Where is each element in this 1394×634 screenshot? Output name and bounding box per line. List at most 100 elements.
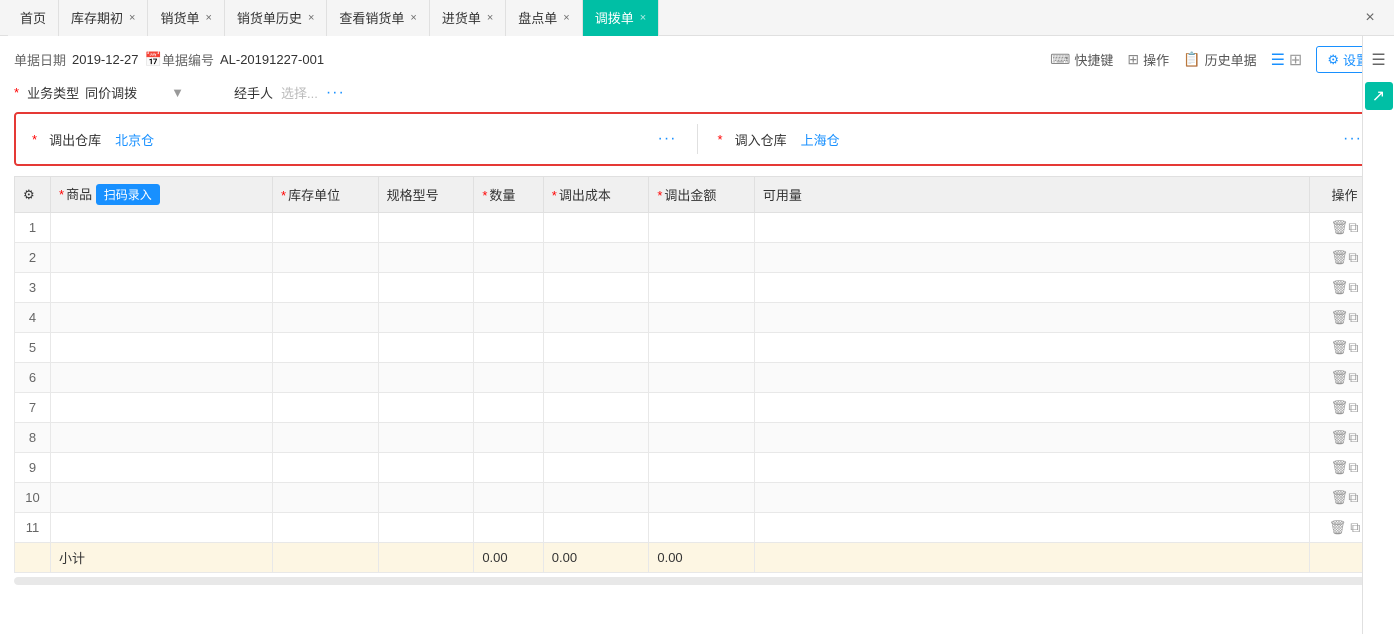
delete-icon[interactable]: 🗑 — [1331, 339, 1349, 355]
tab-close-view-sales[interactable]: × — [410, 12, 416, 24]
cell-spec-11[interactable] — [378, 513, 474, 543]
cell-available[interactable] — [754, 363, 1309, 393]
warehouse-out-more-button[interactable]: ··· — [658, 130, 677, 148]
copy-icon[interactable]: ⧉ — [1348, 339, 1358, 355]
warehouse-in-value[interactable]: 上海仓 — [801, 130, 840, 149]
cell-amount[interactable] — [649, 483, 755, 513]
cell-product[interactable] — [51, 423, 273, 453]
cell-amount[interactable] — [649, 333, 755, 363]
business-type-select[interactable]: 同价调拨 ▼ — [85, 83, 184, 102]
warehouse-in-more-button[interactable]: ··· — [1343, 130, 1362, 148]
cell-available[interactable] — [754, 453, 1309, 483]
tab-view-sales[interactable]: 查看销货单 × — [327, 0, 429, 36]
cell-amount[interactable] — [649, 453, 755, 483]
cell-unit[interactable] — [273, 243, 379, 273]
cell-available[interactable] — [754, 243, 1309, 273]
handler-more-button[interactable]: ··· — [326, 84, 345, 102]
cell-cost[interactable] — [543, 483, 649, 513]
cell-available-11[interactable] — [754, 513, 1309, 543]
cell-product[interactable] — [51, 273, 273, 303]
tab-transfer[interactable]: 调拨单 × — [583, 0, 659, 36]
copy-icon[interactable]: ⧉ — [1348, 249, 1358, 265]
cell-amount[interactable] — [649, 393, 755, 423]
cell-unit[interactable] — [273, 333, 379, 363]
doc-date-value[interactable]: 2019-12-27 — [72, 52, 139, 67]
cell-spec[interactable] — [378, 423, 474, 453]
cell-qty[interactable] — [474, 303, 543, 333]
delete-icon[interactable]: 🗑 — [1331, 309, 1349, 325]
cell-product[interactable] — [51, 483, 273, 513]
cell-available[interactable] — [754, 423, 1309, 453]
cell-product[interactable] — [51, 393, 273, 423]
copy-icon[interactable]: ⧉ — [1348, 369, 1358, 385]
cell-cost[interactable] — [543, 303, 649, 333]
delete-icon[interactable]: 🗑 — [1331, 399, 1349, 415]
cell-cost[interactable] — [543, 453, 649, 483]
cell-qty[interactable] — [474, 423, 543, 453]
cell-cost[interactable] — [543, 213, 649, 243]
cell-cost[interactable] — [543, 393, 649, 423]
cell-product[interactable] — [51, 243, 273, 273]
delete-icon[interactable]: 🗑 — [1331, 369, 1349, 385]
cell-cost[interactable] — [543, 243, 649, 273]
tab-close-inventory-initial[interactable]: × — [129, 12, 135, 24]
window-close-button[interactable]: × — [1354, 2, 1386, 34]
cell-product[interactable] — [51, 303, 273, 333]
calendar-icon[interactable]: 📅 — [145, 51, 162, 68]
cell-qty[interactable] — [474, 333, 543, 363]
cell-amount[interactable] — [649, 273, 755, 303]
cell-unit[interactable] — [273, 213, 379, 243]
cell-available[interactable] — [754, 273, 1309, 303]
cell-qty[interactable] — [474, 213, 543, 243]
tab-inventory-count[interactable]: 盘点单 × — [506, 0, 582, 36]
sidebar-list-icon[interactable]: ☰ — [1365, 46, 1393, 74]
cell-spec[interactable] — [378, 303, 474, 333]
cell-qty[interactable] — [474, 363, 543, 393]
cell-amount[interactable] — [649, 243, 755, 273]
copy-icon[interactable]: ⧉ — [1348, 219, 1358, 235]
tab-sales-history[interactable]: 销货单历史 × — [225, 0, 327, 36]
cell-cost[interactable] — [543, 423, 649, 453]
cell-product[interactable] — [51, 213, 273, 243]
cell-available[interactable] — [754, 483, 1309, 513]
delete-icon[interactable]: 🗑 — [1331, 219, 1349, 235]
business-type-dropdown-icon[interactable]: ▼ — [171, 85, 184, 100]
cell-available[interactable] — [754, 303, 1309, 333]
sidebar-export-icon[interactable]: ↗ — [1365, 82, 1393, 110]
tab-close-sales-order[interactable]: × — [205, 12, 211, 24]
delete-icon[interactable]: 🗑 — [1331, 249, 1349, 265]
cell-spec[interactable] — [378, 453, 474, 483]
handler-placeholder[interactable]: 选择... — [281, 83, 318, 102]
cell-amount[interactable] — [649, 423, 755, 453]
cell-amount[interactable] — [649, 303, 755, 333]
shortcut-button[interactable]: ⌨ 快捷键 — [1050, 50, 1113, 69]
tab-close-purchase[interactable]: × — [487, 12, 493, 24]
operations-button[interactable]: ⊞ 操作 — [1127, 50, 1169, 69]
cell-unit-11[interactable] — [273, 513, 379, 543]
warehouse-out-value[interactable]: 北京仓 — [115, 130, 154, 149]
copy-icon[interactable]: ⧉ — [1348, 309, 1358, 325]
cell-unit[interactable] — [273, 363, 379, 393]
cell-available[interactable] — [754, 393, 1309, 423]
copy-icon[interactable]: ⧉ — [1348, 399, 1358, 415]
cell-amount[interactable] — [649, 213, 755, 243]
delete-icon[interactable]: 🗑 — [1331, 279, 1349, 295]
cell-product[interactable] — [51, 453, 273, 483]
delete-icon-11[interactable]: 🗑 — [1329, 519, 1347, 535]
cell-unit[interactable] — [273, 483, 379, 513]
tab-close-transfer[interactable]: × — [640, 12, 646, 24]
cell-unit[interactable] — [273, 423, 379, 453]
layout-icon-1[interactable]: ☰ — [1271, 50, 1285, 70]
cell-amount[interactable] — [649, 363, 755, 393]
horizontal-scrollbar[interactable] — [14, 577, 1380, 585]
copy-icon[interactable]: ⧉ — [1348, 279, 1358, 295]
cell-spec[interactable] — [378, 213, 474, 243]
copy-icon[interactable]: ⧉ — [1348, 429, 1358, 445]
copy-icon[interactable]: ⧉ — [1348, 489, 1358, 505]
cell-qty[interactable] — [474, 393, 543, 423]
history-button[interactable]: 📋 历史单据 — [1183, 50, 1256, 69]
cell-qty[interactable] — [474, 243, 543, 273]
tab-close-sales-history[interactable]: × — [308, 12, 314, 24]
copy-icon-11[interactable]: ⧉ — [1350, 519, 1360, 535]
scan-button[interactable]: 扫码录入 — [96, 184, 160, 205]
